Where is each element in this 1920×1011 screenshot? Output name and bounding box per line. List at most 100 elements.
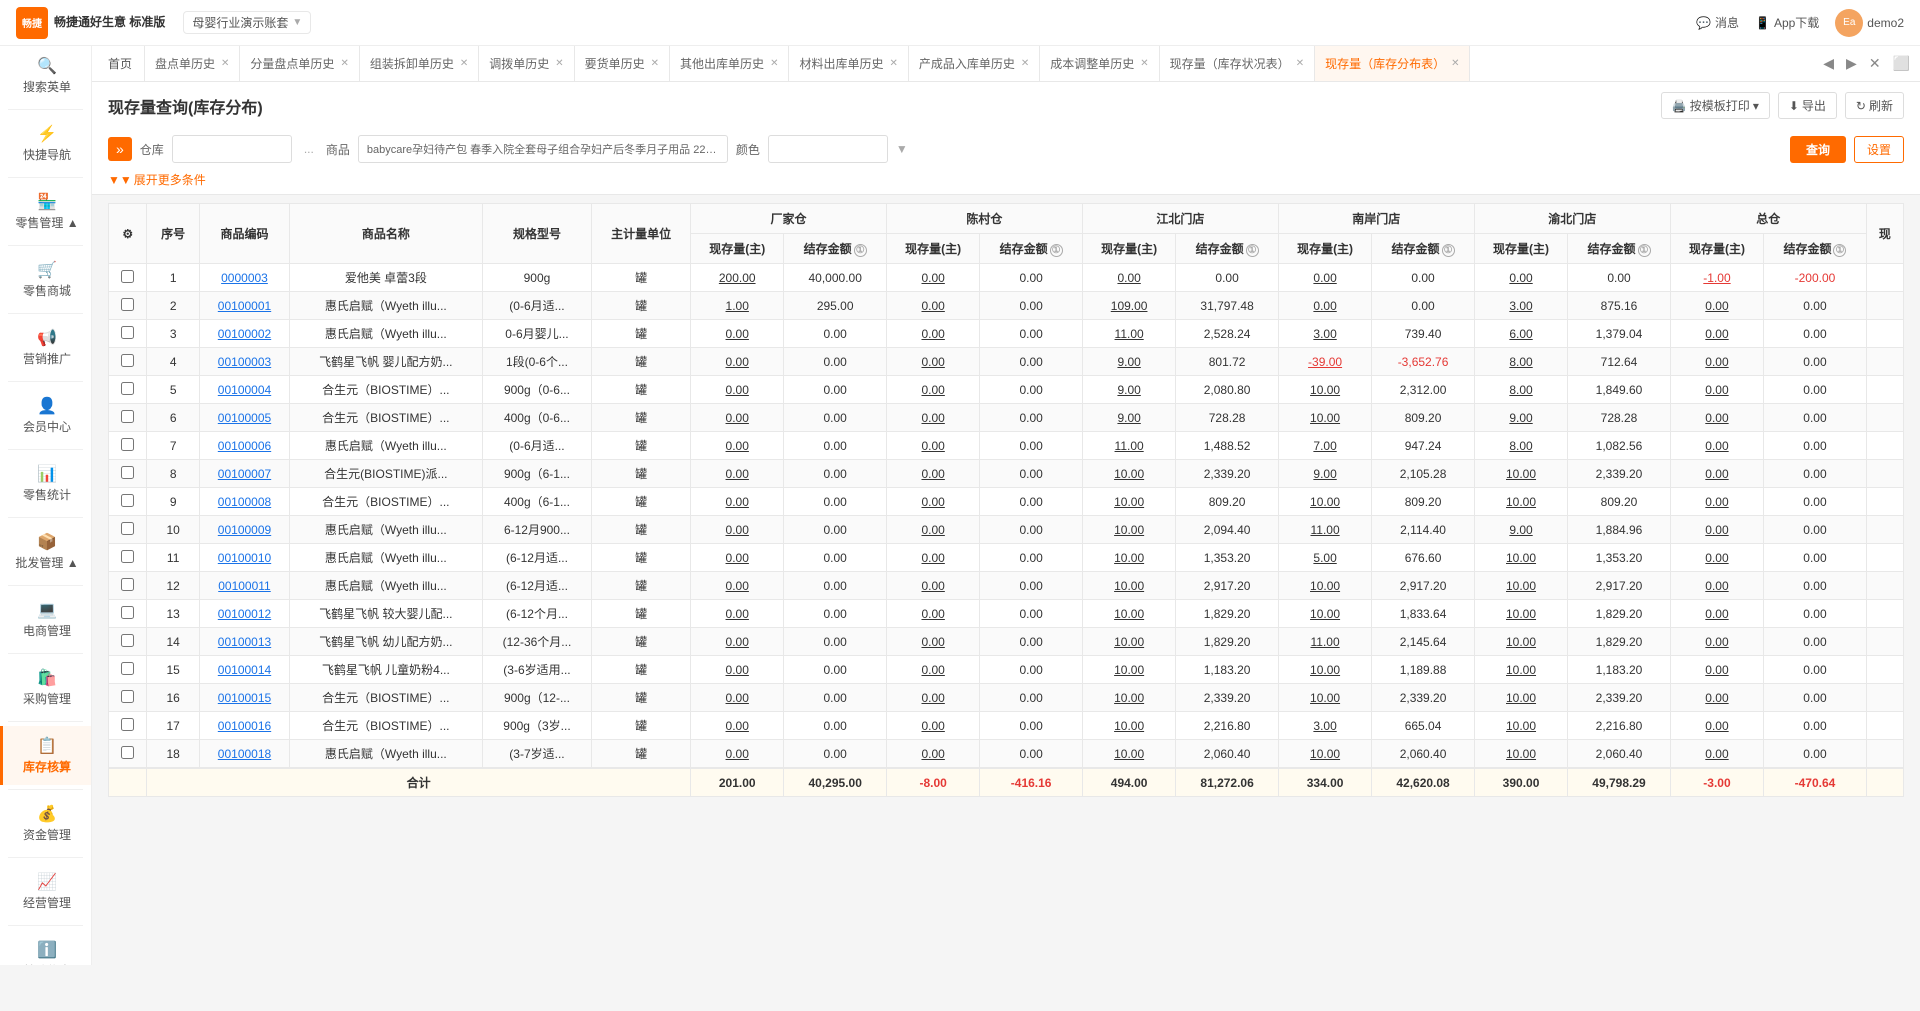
cell-checkbox[interactable] bbox=[109, 320, 147, 348]
cell-product-code[interactable]: 00100003 bbox=[199, 348, 289, 376]
cell-checkbox[interactable] bbox=[109, 656, 147, 684]
refresh-btn[interactable]: ↻ 刷新 bbox=[1845, 92, 1904, 119]
cell-product-code[interactable]: 00100008 bbox=[199, 488, 289, 516]
cell-product-code[interactable]: 00100004 bbox=[199, 376, 289, 404]
yubei-amt-info-icon[interactable]: ① bbox=[1638, 244, 1651, 257]
cell-product-code[interactable]: 00100001 bbox=[199, 292, 289, 320]
row-checkbox[interactable] bbox=[121, 326, 134, 339]
row-checkbox[interactable] bbox=[121, 382, 134, 395]
total-amt-info-icon[interactable]: ① bbox=[1833, 244, 1846, 257]
tab-close-all-btn[interactable]: ✕ bbox=[1863, 55, 1887, 72]
tab-close-stock-status[interactable]: ✕ bbox=[1296, 58, 1304, 69]
sidebar-item-wholesale-mgmt[interactable]: 📦批发管理 ▲ bbox=[0, 522, 91, 581]
row-checkbox[interactable] bbox=[121, 466, 134, 479]
cell-checkbox[interactable] bbox=[109, 544, 147, 572]
cell-product-code[interactable]: 00100010 bbox=[199, 544, 289, 572]
cell-checkbox[interactable] bbox=[109, 572, 147, 600]
cell-product-code[interactable]: 00100016 bbox=[199, 712, 289, 740]
cell-checkbox[interactable] bbox=[109, 432, 147, 460]
sidebar-item-retail-stats[interactable]: 📊零售统计 bbox=[0, 454, 91, 513]
nanan-amt-info-icon[interactable]: ① bbox=[1442, 244, 1455, 257]
row-checkbox[interactable] bbox=[121, 718, 134, 731]
tab-sub-stocktake-history[interactable]: 分量盘点单历史✕ bbox=[240, 46, 359, 82]
tab-stocktake-history[interactable]: 盘点单历史✕ bbox=[145, 46, 240, 82]
warehouse-input[interactable] bbox=[172, 135, 292, 163]
cell-checkbox[interactable] bbox=[109, 264, 147, 292]
row-checkbox[interactable] bbox=[121, 298, 134, 311]
tab-close-material-out-history[interactable]: ✕ bbox=[889, 58, 897, 69]
tab-production-in-history[interactable]: 产成品入库单历史✕ bbox=[909, 46, 1040, 82]
chenshi-amt-info-icon[interactable]: ① bbox=[1050, 244, 1063, 257]
row-checkbox[interactable] bbox=[121, 690, 134, 703]
cell-product-code[interactable]: 00100007 bbox=[199, 460, 289, 488]
cell-checkbox[interactable] bbox=[109, 516, 147, 544]
expand-more-btn[interactable]: ▼▼ 展开更多条件 bbox=[108, 169, 1904, 194]
row-checkbox[interactable] bbox=[121, 410, 134, 423]
sidebar-item-inventory[interactable]: 📋库存核算 bbox=[0, 726, 91, 785]
tab-close-assemble-history[interactable]: ✕ bbox=[460, 58, 468, 69]
export-btn[interactable]: ⬇ 导出 bbox=[1778, 92, 1837, 119]
tab-close-requisition-history[interactable]: ✕ bbox=[651, 58, 659, 69]
tab-close-transfer-history[interactable]: ✕ bbox=[555, 58, 563, 69]
th-settings[interactable]: ⚙ bbox=[109, 204, 147, 264]
print-btn[interactable]: 🖨️ 按模板打印 ▾ bbox=[1661, 92, 1770, 119]
filter-toggle-btn[interactable]: » bbox=[108, 137, 132, 161]
cell-product-code[interactable]: 00100009 bbox=[199, 516, 289, 544]
row-checkbox[interactable] bbox=[121, 746, 134, 759]
query-btn[interactable]: 查询 bbox=[1790, 136, 1846, 163]
tab-stock-dist[interactable]: 现存量（库存分布表）✕ bbox=[1315, 46, 1470, 82]
sidebar-item-purchase-mgmt[interactable]: 🛍️采购管理 bbox=[0, 658, 91, 717]
sidebar-item-search[interactable]: 🔍搜索英单 bbox=[0, 46, 91, 105]
tab-transfer-history[interactable]: 调拨单历史✕ bbox=[479, 46, 574, 82]
cell-checkbox[interactable] bbox=[109, 488, 147, 516]
cell-checkbox[interactable] bbox=[109, 712, 147, 740]
tab-material-out-history[interactable]: 材料出库单历史✕ bbox=[789, 46, 908, 82]
cell-checkbox[interactable] bbox=[109, 292, 147, 320]
table-wrap[interactable]: ⚙ 序号 商品编码 商品名称 规格型号 主计量单位 厂家仓 陈村仓 江北门店 南… bbox=[92, 195, 1920, 965]
cell-product-code[interactable]: 00100005 bbox=[199, 404, 289, 432]
row-checkbox[interactable] bbox=[121, 606, 134, 619]
tab-close-sub-stocktake-history[interactable]: ✕ bbox=[340, 58, 348, 69]
row-checkbox[interactable] bbox=[121, 438, 134, 451]
product-tag[interactable]: babycare孕妇待产包 春季入院全套母子组合孕妇产后冬季月子用品 22件套 … bbox=[358, 135, 728, 163]
tab-requisition-history[interactable]: 要货单历史✕ bbox=[575, 46, 670, 82]
tab-stock-status[interactable]: 现存量（库存状况表）✕ bbox=[1160, 46, 1315, 82]
factory-amt-info-icon[interactable]: ① bbox=[854, 244, 867, 257]
tab-other-out-history[interactable]: 其他出库单历史✕ bbox=[670, 46, 789, 82]
row-checkbox[interactable] bbox=[121, 634, 134, 647]
cell-checkbox[interactable] bbox=[109, 404, 147, 432]
sidebar-item-finance-mgmt[interactable]: 💰资金管理 bbox=[0, 794, 91, 853]
sidebar-item-basic-info[interactable]: ℹ️基础信息 bbox=[0, 930, 91, 965]
cell-checkbox[interactable] bbox=[109, 600, 147, 628]
cell-checkbox[interactable] bbox=[109, 740, 147, 769]
row-checkbox[interactable] bbox=[121, 494, 134, 507]
cell-checkbox[interactable] bbox=[109, 628, 147, 656]
tab-close-production-in-history[interactable]: ✕ bbox=[1021, 58, 1029, 69]
sidebar-item-nav[interactable]: ⚡快捷导航 bbox=[0, 114, 91, 173]
row-checkbox[interactable] bbox=[121, 522, 134, 535]
sidebar-item-ecommerce-mgmt[interactable]: 💻电商管理 bbox=[0, 590, 91, 649]
cell-product-code[interactable]: 00100012 bbox=[199, 600, 289, 628]
cell-product-code[interactable]: 00100015 bbox=[199, 684, 289, 712]
cell-product-code[interactable]: 00100006 bbox=[199, 432, 289, 460]
cell-product-code[interactable]: 00100014 bbox=[199, 656, 289, 684]
cell-product-code[interactable]: 0000003 bbox=[199, 264, 289, 292]
sidebar-item-operations-mgmt[interactable]: 📈经营管理 bbox=[0, 862, 91, 921]
color-input[interactable] bbox=[768, 135, 888, 163]
sidebar-item-marketing[interactable]: 📢营销推广 bbox=[0, 318, 91, 377]
tab-prev-btn[interactable]: ◀ bbox=[1817, 55, 1840, 72]
cell-checkbox[interactable] bbox=[109, 460, 147, 488]
tab-close-other-out-history[interactable]: ✕ bbox=[770, 58, 778, 69]
row-checkbox[interactable] bbox=[121, 354, 134, 367]
jiangbei-amt-info-icon[interactable]: ① bbox=[1246, 244, 1259, 257]
setting-btn[interactable]: 设置 bbox=[1854, 136, 1904, 163]
user-avatar-area[interactable]: Ea demo2 bbox=[1835, 9, 1904, 37]
tab-expand-btn[interactable]: ⬜ bbox=[1887, 55, 1916, 72]
cell-product-code[interactable]: 00100018 bbox=[199, 740, 289, 769]
cell-checkbox[interactable] bbox=[109, 684, 147, 712]
row-checkbox[interactable] bbox=[121, 662, 134, 675]
app-download-btn[interactable]: 📱 App下载 bbox=[1755, 14, 1819, 31]
cell-product-code[interactable]: 00100002 bbox=[199, 320, 289, 348]
sidebar-item-retail-mgmt[interactable]: 🏪零售管理 ▲ bbox=[0, 182, 91, 241]
sidebar-item-member-center[interactable]: 👤会员中心 bbox=[0, 386, 91, 445]
